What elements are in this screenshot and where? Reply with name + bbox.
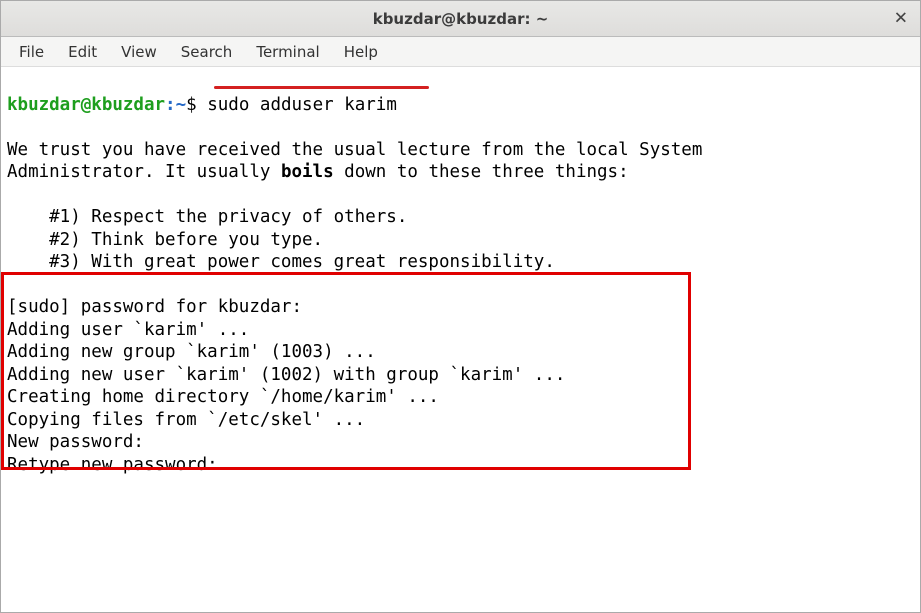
menu-help[interactable]: Help	[334, 39, 388, 65]
menu-view[interactable]: View	[111, 39, 167, 65]
output-retype-password: Retype new password:	[7, 455, 218, 475]
menu-search[interactable]: Search	[171, 39, 243, 65]
prompt-symbol: $	[186, 95, 197, 115]
output-creating-home: Creating home directory `/home/karim' ..…	[7, 387, 439, 407]
menu-file[interactable]: File	[9, 39, 54, 65]
output-lecture2-bold: boils	[281, 162, 334, 182]
menu-terminal[interactable]: Terminal	[246, 39, 329, 65]
command-text: sudo adduser karim	[207, 95, 397, 115]
output-lecture2-pre: Administrator. It usually	[7, 162, 281, 182]
menubar: File Edit View Search Terminal Help	[1, 37, 920, 67]
output-rule3: #3) With great power comes great respons…	[7, 252, 555, 272]
command-underline-annotation	[214, 86, 429, 89]
output-lecture1: We trust you have received the usual lec…	[7, 140, 702, 160]
titlebar: kbuzdar@kbuzdar: ~ ✕	[1, 1, 920, 37]
output-copying-files: Copying files from `/etc/skel' ...	[7, 410, 365, 430]
prompt-path: ~	[176, 95, 187, 115]
output-rule2: #2) Think before you type.	[7, 230, 323, 250]
close-icon[interactable]: ✕	[894, 10, 908, 27]
output-adding-user: Adding user `karim' ...	[7, 320, 249, 340]
output-new-password: New password:	[7, 432, 144, 452]
prompt-user-host: kbuzdar@kbuzdar	[7, 95, 165, 115]
output-lecture2-post: down to these three things:	[334, 162, 629, 182]
output-adding-group: Adding new group `karim' (1003) ...	[7, 342, 376, 362]
menu-edit[interactable]: Edit	[58, 39, 107, 65]
window-title: kbuzdar@kbuzdar: ~	[1, 10, 920, 28]
prompt-separator: :	[165, 95, 176, 115]
output-sudo-prompt: [sudo] password for kbuzdar:	[7, 297, 302, 317]
terminal-area[interactable]: kbuzdar@kbuzdar:~$ sudo adduser karim We…	[1, 67, 920, 548]
output-rule1: #1) Respect the privacy of others.	[7, 207, 407, 227]
output-adding-user-group: Adding new user `karim' (1002) with grou…	[7, 365, 565, 385]
